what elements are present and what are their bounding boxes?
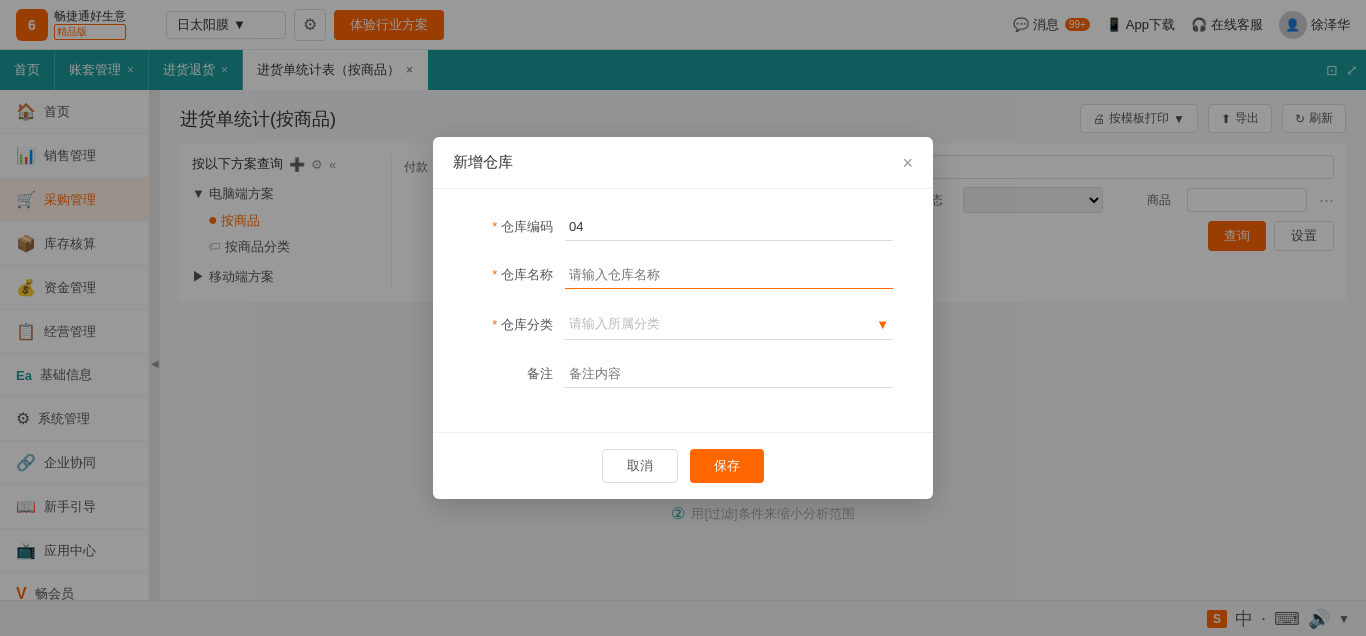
modal-body: 仓库编码 仓库名称 仓库分类 请输入所属分类 ▼ 备注 [433,189,933,432]
modal-title: 新增仓库 [453,153,513,172]
category-dropdown-icon: ▼ [876,317,889,332]
warehouse-name-input[interactable] [565,261,893,289]
warehouse-category-select[interactable]: 请输入所属分类 ▼ [565,309,893,340]
modal-header: 新增仓库 × [433,137,933,189]
category-placeholder: 请输入所属分类 [569,315,660,333]
warehouse-name-label: 仓库名称 [473,266,553,284]
save-button[interactable]: 保存 [690,449,764,483]
warehouse-note-input[interactable] [565,360,893,388]
warehouse-name-row: 仓库名称 [473,261,893,289]
warehouse-code-input[interactable] [565,213,893,241]
warehouse-code-row: 仓库编码 [473,213,893,241]
modal-overlay: 新增仓库 × 仓库编码 仓库名称 仓库分类 请输入所属分类 ▼ [0,0,1366,636]
warehouse-note-row: 备注 [473,360,893,388]
warehouse-category-row: 仓库分类 请输入所属分类 ▼ [473,309,893,340]
cancel-button[interactable]: 取消 [602,449,678,483]
warehouse-note-label: 备注 [473,365,553,383]
new-warehouse-modal: 新增仓库 × 仓库编码 仓库名称 仓库分类 请输入所属分类 ▼ [433,137,933,499]
modal-close-button[interactable]: × [902,154,913,172]
modal-footer: 取消 保存 [433,432,933,499]
warehouse-code-label: 仓库编码 [473,218,553,236]
warehouse-category-label: 仓库分类 [473,316,553,334]
